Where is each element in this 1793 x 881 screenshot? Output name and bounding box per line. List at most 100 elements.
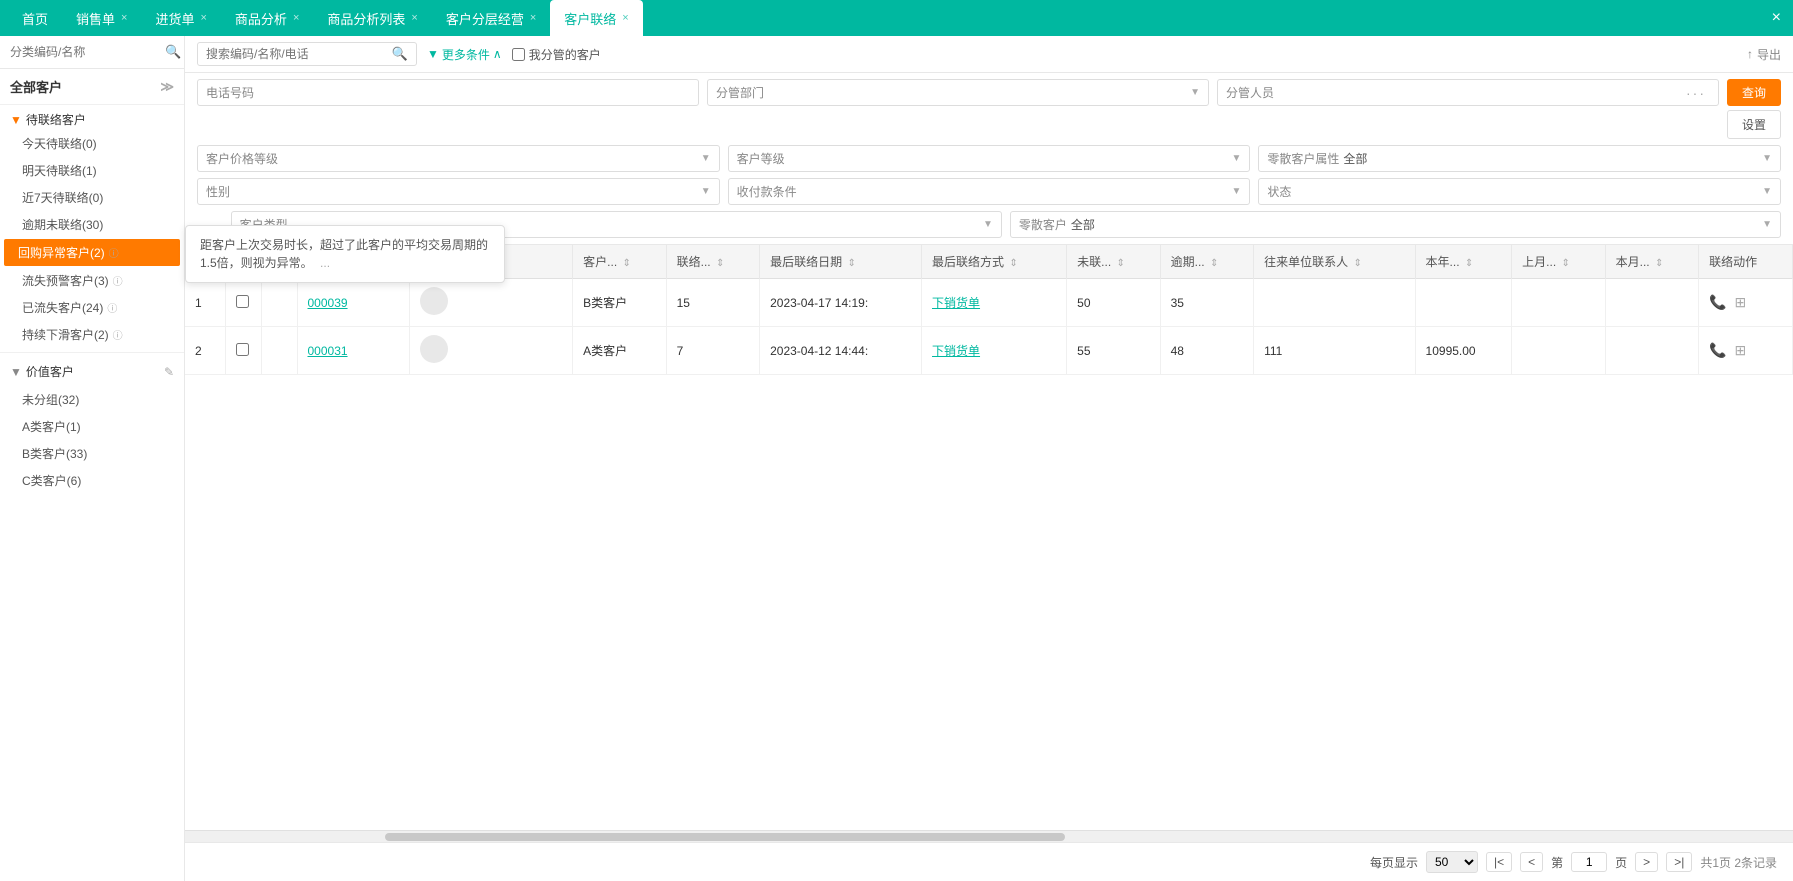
last-page-button[interactable]: >| <box>1666 852 1692 872</box>
value-customer-edit-icon[interactable]: ✎ <box>164 365 174 379</box>
nav-goods-analysis-close[interactable]: × <box>293 12 299 24</box>
scroll-thumb[interactable] <box>385 833 1065 841</box>
nav-home[interactable]: 首页 <box>8 0 62 36</box>
nav-purchase-close[interactable]: × <box>200 12 206 24</box>
nav-goods-list-close[interactable]: × <box>411 12 417 24</box>
col-contact-label: 联络... <box>677 255 711 269</box>
filter-dept[interactable]: 分管部门 ▼ <box>707 79 1209 106</box>
filter-gender-arrow: ▼ <box>701 186 711 197</box>
sidebar-item-repeat-purchase[interactable]: 回购异常客户(2) ⓘ <box>4 239 180 266</box>
col-type-sort[interactable]: ⇕ <box>623 258 631 269</box>
sidebar-item-ungrouped[interactable]: 未分组(32) <box>0 386 184 413</box>
filter-manager-dots[interactable]: ··· <box>1682 85 1710 101</box>
tooltip-dots[interactable]: ... <box>320 256 330 270</box>
filter-manager[interactable]: 分管人员 ··· <box>1217 79 1719 106</box>
filter-phone[interactable]: 电话号码 <box>197 79 699 106</box>
filter-customer-level-label: 客户等级 <box>737 150 797 167</box>
sidebar-item-continuous-down[interactable]: 持续下滑客户(2) ⓘ <box>0 321 184 348</box>
sidebar-value-customer-group[interactable]: ▼ 价值客户 ✎ <box>0 357 184 386</box>
sidebar-search-icon[interactable]: 🔍 <box>165 44 181 60</box>
row1-last-month <box>1512 279 1605 327</box>
filter-retail-customer[interactable]: 零散客户 全部 ▼ <box>1010 211 1781 238</box>
next-page-button[interactable]: > <box>1635 852 1658 872</box>
value-customer-arrow: ▼ <box>10 365 22 379</box>
main-search-input[interactable] <box>206 47 392 61</box>
row2-last-contact-way[interactable]: 下销货单 <box>922 327 1067 375</box>
filter-status[interactable]: 状态 ▼ <box>1258 178 1781 205</box>
row1-code[interactable]: 000039 <box>297 279 410 327</box>
col-overdue-sort[interactable]: ⇕ <box>1210 258 1218 269</box>
nav-sales[interactable]: 销售单 × <box>62 0 141 36</box>
export-button[interactable]: ↑ 导出 <box>1747 46 1781 63</box>
col-contact-sort[interactable]: ⇕ <box>716 258 724 269</box>
row2-grid-icon[interactable]: ⊞ <box>1735 342 1747 359</box>
col-last-way-sort[interactable]: ⇕ <box>1009 258 1017 269</box>
row1-last-way-link[interactable]: 下销货单 <box>932 296 980 310</box>
sidebar-item-a-class[interactable]: A类客户(1) <box>0 413 184 440</box>
window-close-button[interactable]: × <box>1772 9 1781 27</box>
row2-checkbox[interactable] <box>225 327 261 375</box>
sidebar-item-already-lost[interactable]: 已流失客户(24) ⓘ <box>0 294 184 321</box>
main-search-icon[interactable]: 🔍 <box>392 46 408 62</box>
sidebar-item-c-class[interactable]: C类客户(6) <box>0 467 184 494</box>
nav-goods-analysis-list[interactable]: 商品分析列表 × <box>313 0 431 36</box>
sidebar-all-customers[interactable]: 全部客户 ≫ <box>0 69 184 105</box>
filter-price-level[interactable]: 客户价格等级 ▼ <box>197 145 720 172</box>
nav-segment-close[interactable]: × <box>530 12 536 24</box>
row2-code[interactable]: 000031 <box>297 327 410 375</box>
col-this-month: 本月... ⇕ <box>1605 245 1698 279</box>
nav-goods-analysis[interactable]: 商品分析 × <box>221 0 313 36</box>
my-customers-checkbox-label[interactable]: 我分管的客户 <box>512 46 601 63</box>
col-company-contact-sort[interactable]: ⇕ <box>1353 258 1361 269</box>
col-this-year-sort[interactable]: ⇕ <box>1465 258 1473 269</box>
table-row: 2 000031 A类客户 7 2023-04-12 14 <box>185 327 1793 375</box>
sidebar-collapse-icon[interactable]: ≫ <box>160 79 174 95</box>
col-last-month-sort[interactable]: ⇕ <box>1562 258 1570 269</box>
sidebar-item-7day-pending[interactable]: 近7天待联络(0) <box>0 184 184 211</box>
prev-page-button[interactable]: < <box>1520 852 1543 872</box>
nav-customer-contact[interactable]: 客户联络 × <box>550 0 642 36</box>
row1-phone-icon[interactable]: 📞 <box>1709 294 1726 311</box>
sidebar-item-today-pending[interactable]: 今天待联络(0) <box>0 130 184 157</box>
row1-select-checkbox[interactable] <box>236 295 249 308</box>
col-not-contact-sort[interactable]: ⇕ <box>1117 258 1125 269</box>
sidebar-item-overdue-pending[interactable]: 逾期未联络(30) <box>0 211 184 238</box>
row2-this-year: 10995.00 <box>1415 327 1512 375</box>
filter-payment[interactable]: 收付款条件 ▼ <box>728 178 1251 205</box>
sidebar-pending-contact-group[interactable]: ▼ 待联络客户 <box>0 105 184 130</box>
current-page-input[interactable] <box>1571 852 1607 872</box>
filter-customer-level[interactable]: 客户等级 ▼ <box>728 145 1251 172</box>
row1-grid-icon[interactable]: ⊞ <box>1735 294 1747 311</box>
my-customers-checkbox[interactable] <box>512 48 525 61</box>
page-label: 第 <box>1551 854 1563 871</box>
filter-row-2: 客户价格等级 ▼ 客户等级 ▼ 零散客户属性 全部 ▼ <box>197 145 1781 172</box>
row1-code-link[interactable]: 000039 <box>308 296 348 310</box>
settings-button[interactable]: 设置 <box>1727 110 1781 139</box>
sidebar-item-tomorrow-pending[interactable]: 明天待联络(1) <box>0 157 184 184</box>
nav-customer-segment[interactable]: 客户分层经营 × <box>432 0 550 36</box>
row2-select-checkbox[interactable] <box>236 343 249 356</box>
nav-purchase[interactable]: 进货单 × <box>141 0 220 36</box>
row1-name <box>410 279 573 327</box>
row1-checkbox[interactable] <box>225 279 261 327</box>
row2-last-way-link[interactable]: 下销货单 <box>932 344 980 358</box>
filter-retail-attr[interactable]: 零散客户属性 全部 ▼ <box>1258 145 1781 172</box>
filter-gender[interactable]: 性别 ▼ <box>197 178 720 205</box>
per-page-select[interactable]: 50 100 200 <box>1426 851 1478 873</box>
row2-phone-icon[interactable]: 📞 <box>1709 342 1726 359</box>
col-last-date-sort[interactable]: ⇕ <box>847 258 855 269</box>
sidebar-item-b-class[interactable]: B类客户(33) <box>0 440 184 467</box>
col-this-month-sort[interactable]: ⇕ <box>1655 258 1663 269</box>
sidebar-search-input[interactable] <box>10 45 165 59</box>
row1-last-contact-way[interactable]: 下销货单 <box>922 279 1067 327</box>
pending-contact-arrow: ▼ <box>10 113 22 127</box>
row2-code-link[interactable]: 000031 <box>308 344 348 358</box>
sidebar-item-lost-preview[interactable]: 流失预警客户(3) ⓘ <box>0 267 184 294</box>
nav-sales-close[interactable]: × <box>121 12 127 24</box>
first-page-button[interactable]: |< <box>1486 852 1512 872</box>
query-button[interactable]: 查询 <box>1727 79 1781 106</box>
horizontal-scrollbar[interactable] <box>185 830 1793 842</box>
row2-contact: 7 <box>666 327 759 375</box>
nav-contact-close[interactable]: × <box>622 12 628 24</box>
more-conditions-button[interactable]: ▼ 更多条件 ∧ <box>427 46 502 63</box>
